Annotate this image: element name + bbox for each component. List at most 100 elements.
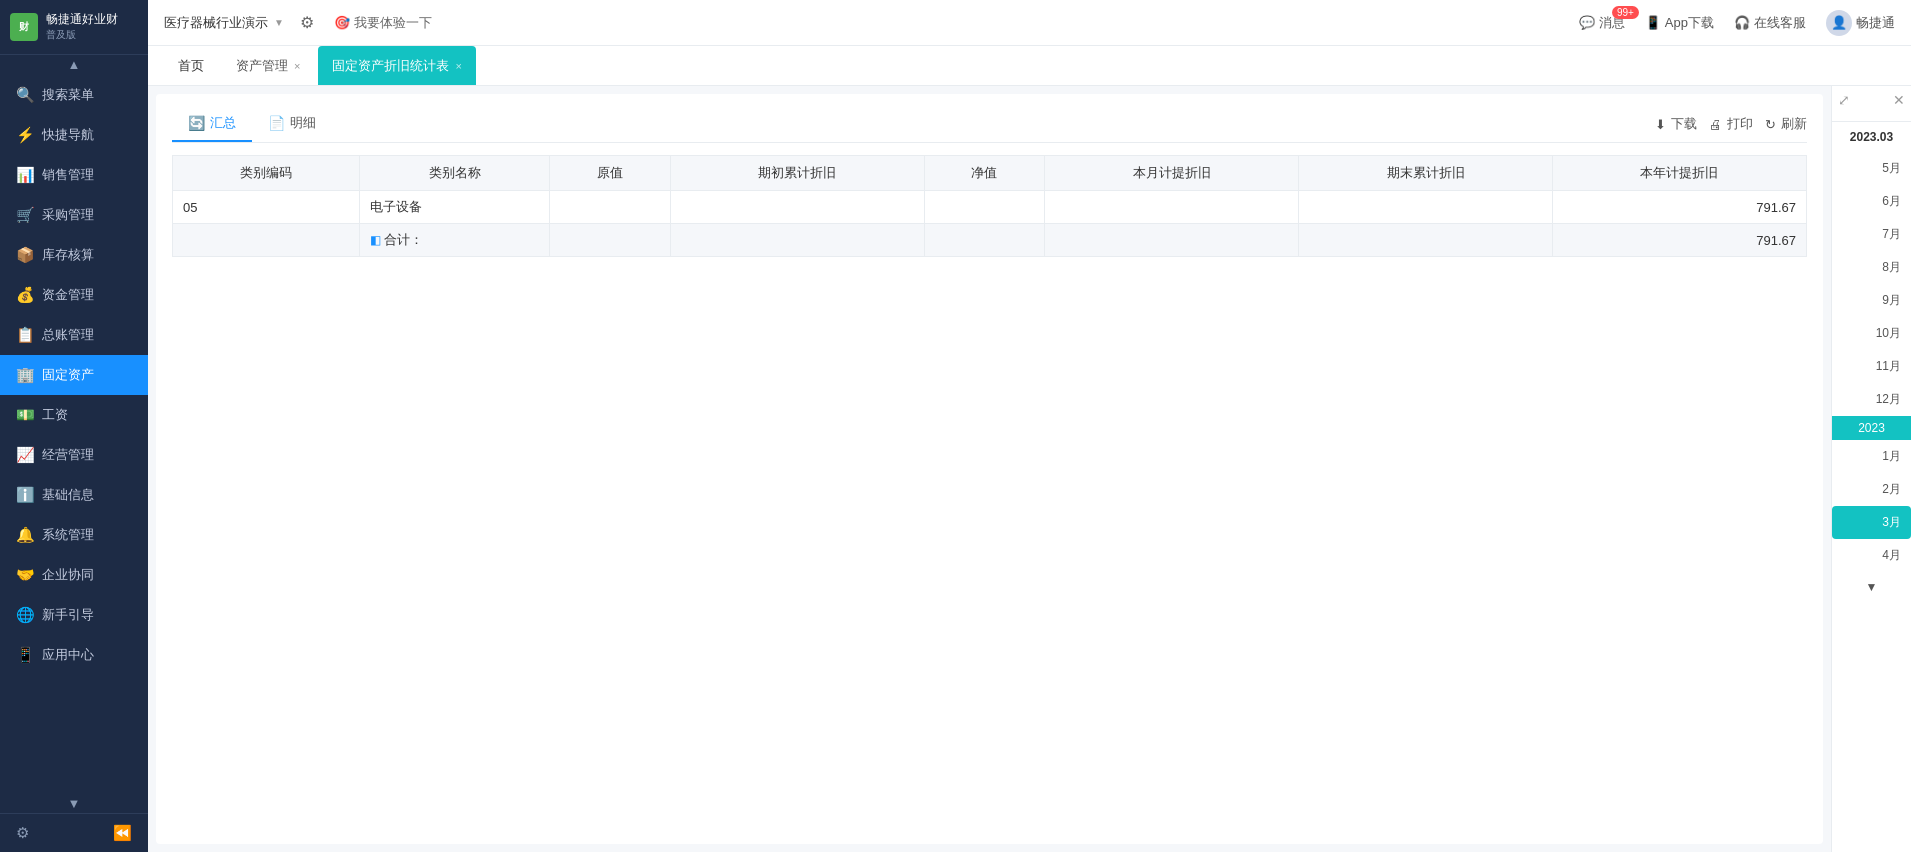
date-month-5[interactable]: 5月 (1832, 152, 1911, 185)
sidebar-item-payroll[interactable]: 💵 工资 (0, 395, 148, 435)
tab-depreciation[interactable]: 固定资产折旧统计表 × (318, 46, 475, 85)
tab-asset-mgmt[interactable]: 资产管理 × (222, 46, 314, 85)
date-month-12[interactable]: 12月 (1832, 383, 1911, 416)
sidebar-item-basic-info[interactable]: ℹ️ 基础信息 (0, 475, 148, 515)
collapse-sidebar-icon[interactable]: ⏪ (113, 824, 132, 842)
sidebar-item-quick-nav[interactable]: ⚡ 快捷导航 (0, 115, 148, 155)
date-month-9[interactable]: 9月 (1832, 284, 1911, 317)
operations-icon: 📈 (16, 446, 34, 464)
cell-original-subtotal (550, 224, 671, 257)
date-month-10[interactable]: 10月 (1832, 317, 1911, 350)
company-selector[interactable]: 医疗器械行业演示 ▼ (164, 14, 284, 32)
user-menu[interactable]: 👤 畅捷通 (1826, 10, 1895, 36)
finance-icon: 💰 (16, 286, 34, 304)
topbar-settings-icon[interactable]: ⚙ (300, 13, 314, 32)
sidebar-item-label: 经营管理 (42, 446, 94, 464)
sidebar-item-inventory[interactable]: 📦 库存核算 (0, 235, 148, 275)
close-date-panel-icon[interactable]: ✕ (1893, 92, 1905, 108)
online-service-button[interactable]: 🎧 在线客服 (1734, 14, 1806, 32)
cell-begin-accum (670, 191, 924, 224)
table-row: 05 电子设备 791.67 (173, 191, 1807, 224)
sidebar-item-purchase[interactable]: 🛒 采购管理 (0, 195, 148, 235)
experience-label: 我要体验一下 (354, 14, 432, 32)
subtab-summary-label: 汇总 (210, 114, 236, 132)
app-download-button[interactable]: 📱 App下载 (1645, 14, 1714, 32)
content-area: 🔄 汇总 📄 明细 ⬇ 下载 🖨 打印 (148, 86, 1911, 852)
app-download-label: App下载 (1665, 14, 1714, 32)
tab-home[interactable]: 首页 (164, 46, 218, 85)
logo-text: 畅捷通好业财 (46, 12, 118, 28)
depreciation-table-wrap: 类别编码 类别名称 原值 期初累计折旧 净值 本月计提折旧 期末累计折旧 本年计… (172, 155, 1807, 832)
table-row-subtotal: ◧合计： 791.67 (173, 224, 1807, 257)
username: 畅捷通 (1856, 14, 1895, 32)
payroll-icon: 💵 (16, 406, 34, 424)
sidebar-item-label: 基础信息 (42, 486, 94, 504)
sidebar-item-label: 企业协同 (42, 566, 94, 584)
messages-icon: 💬 (1579, 15, 1595, 30)
purchase-icon: 🛒 (16, 206, 34, 224)
cell-end-accum (1299, 191, 1553, 224)
sidebar-scroll-down[interactable]: ▼ (0, 793, 148, 813)
col-name: 类别名称 (360, 156, 550, 191)
sidebar: 财 畅捷通好业财 普及版 ▲ 🔍 搜索菜单 ⚡ 快捷导航 📊 销售管理 🛒 采购… (0, 0, 148, 852)
subtab-detail[interactable]: 📄 明细 (252, 106, 332, 142)
cell-end-accum-subtotal (1299, 224, 1553, 257)
cell-code-subtotal (173, 224, 360, 257)
sidebar-item-system[interactable]: 🔔 系统管理 (0, 515, 148, 555)
sidebar-item-finance[interactable]: 💰 资金管理 (0, 275, 148, 315)
sidebar-item-search[interactable]: 🔍 搜索菜单 (0, 75, 148, 115)
date-header-label: 2023.03 (1832, 122, 1911, 152)
depreciation-table: 类别编码 类别名称 原值 期初累计折旧 净值 本月计提折旧 期末累计折旧 本年计… (172, 155, 1807, 257)
refresh-icon: ↻ (1765, 117, 1776, 132)
print-icon: 🖨 (1709, 117, 1722, 132)
settings-gear-icon[interactable]: ⚙ (16, 824, 29, 842)
inventory-icon: 📦 (16, 246, 34, 264)
date-month-4[interactable]: 4月 (1832, 539, 1911, 572)
tab-asset-mgmt-close[interactable]: × (294, 60, 300, 72)
messages-badge: 99+ (1612, 6, 1639, 19)
print-button[interactable]: 🖨 打印 (1709, 115, 1753, 133)
sidebar-item-label: 固定资产 (42, 366, 94, 384)
sidebar-item-operations[interactable]: 📈 经营管理 (0, 435, 148, 475)
tab-depreciation-close[interactable]: × (455, 60, 461, 72)
quick-nav-icon: ⚡ (16, 126, 34, 144)
experience-button[interactable]: 🎯 我要体验一下 (334, 14, 432, 32)
tabbar: 首页 资产管理 × 固定资产折旧统计表 × (148, 46, 1911, 86)
col-original: 原值 (550, 156, 671, 191)
sidebar-item-label: 采购管理 (42, 206, 94, 224)
messages-button[interactable]: 💬 消息 99+ (1579, 14, 1625, 32)
date-month-8[interactable]: 8月 (1832, 251, 1911, 284)
date-year-2023[interactable]: 2023 (1832, 416, 1911, 440)
expand-icon[interactable]: ⤢ (1838, 92, 1850, 108)
sidebar-scroll-up[interactable]: ▲ (0, 55, 148, 75)
date-month-3-current[interactable]: 3月 (1832, 506, 1911, 539)
download-button[interactable]: ⬇ 下载 (1655, 115, 1697, 133)
sidebar-item-label: 库存核算 (42, 246, 94, 264)
guide-icon: 🌐 (16, 606, 34, 624)
refresh-button[interactable]: ↻ 刷新 (1765, 115, 1807, 133)
date-month-6[interactable]: 6月 (1832, 185, 1911, 218)
cell-name: 电子设备 (360, 191, 550, 224)
cell-original (550, 191, 671, 224)
basic-info-icon: ℹ️ (16, 486, 34, 504)
date-month-1[interactable]: 1月 (1832, 440, 1911, 473)
sidebar-item-ledger[interactable]: 📋 总账管理 (0, 315, 148, 355)
sidebar-item-sales[interactable]: 📊 销售管理 (0, 155, 148, 195)
date-month-2[interactable]: 2月 (1832, 473, 1911, 506)
download-icon: ⬇ (1655, 117, 1666, 132)
search-icon: 🔍 (16, 86, 34, 104)
sidebar-item-guide[interactable]: 🌐 新手引导 (0, 595, 148, 635)
sidebar-item-label: 资金管理 (42, 286, 94, 304)
date-month-11[interactable]: 11月 (1832, 350, 1911, 383)
print-label: 打印 (1727, 115, 1753, 133)
date-nav-down[interactable]: ▼ (1832, 572, 1911, 602)
sidebar-item-app-center[interactable]: 📱 应用中心 (0, 635, 148, 675)
sidebar-item-fixed-assets[interactable]: 🏢 固定资产 (0, 355, 148, 395)
ledger-icon: 📋 (16, 326, 34, 344)
download-label: 下载 (1671, 115, 1697, 133)
sidebar-item-label: 系统管理 (42, 526, 94, 544)
subtab-summary[interactable]: 🔄 汇总 (172, 106, 252, 142)
tab-depreciation-label: 固定资产折旧统计表 (332, 57, 449, 75)
date-month-7[interactable]: 7月 (1832, 218, 1911, 251)
sidebar-item-collab[interactable]: 🤝 企业协同 (0, 555, 148, 595)
